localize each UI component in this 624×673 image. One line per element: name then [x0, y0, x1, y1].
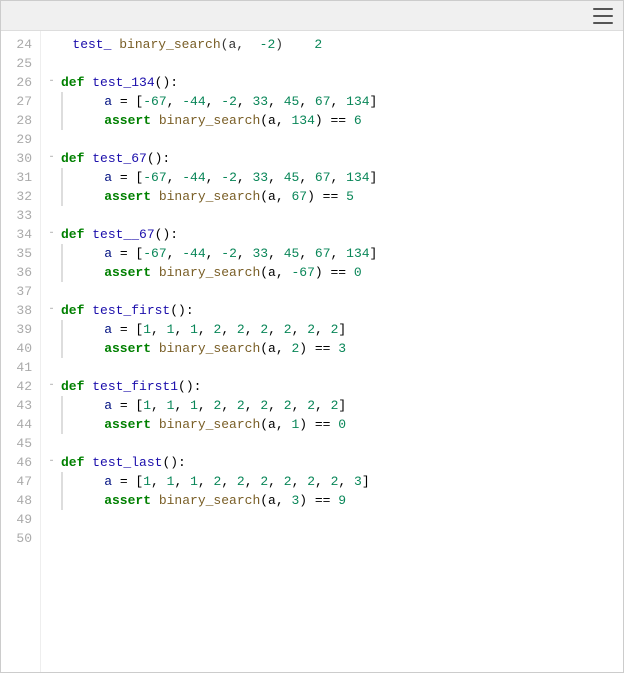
fn-name: test_first — [92, 301, 170, 320]
line-number: 36 — [1, 263, 40, 282]
code-line: ⁃def test_last(): — [49, 453, 623, 472]
var-a: a — [73, 168, 112, 187]
line-number: 38 — [1, 301, 40, 320]
code-line: assert binary_search(a, 1) == 0 — [49, 415, 623, 434]
line-number: 49 — [1, 510, 40, 529]
line-number: 50 — [1, 529, 40, 548]
line-number: 33 — [1, 206, 40, 225]
code-line: ⁃def test_first1(): — [49, 377, 623, 396]
line-number: 26 — [1, 73, 40, 92]
code-line: assert binary_search(a, -67) == 0 — [49, 263, 623, 282]
line-number: 30 — [1, 149, 40, 168]
fn-name: test_last — [92, 453, 162, 472]
var-a: a — [73, 244, 112, 263]
code-line — [49, 434, 623, 453]
title-bar — [1, 1, 623, 31]
line-number: 28 — [1, 111, 40, 130]
code-area[interactable]: test_ binary_search(a, -2) 2 ⁃def test_1… — [41, 31, 623, 672]
kw-def: def — [61, 73, 92, 92]
var-a: a — [73, 472, 112, 491]
code-line — [49, 510, 623, 529]
menu-icon[interactable] — [593, 8, 613, 24]
fn-name: test_134 — [92, 73, 154, 92]
fn-name: test_first1 — [92, 377, 178, 396]
fn-name: test__67 — [92, 225, 154, 244]
code-line — [49, 206, 623, 225]
var-a: a — [73, 396, 112, 415]
code-line: assert binary_search(a, 2) == 3 — [49, 339, 623, 358]
code-line: ⁃def test_first(): — [49, 301, 623, 320]
line-number: 43 — [1, 396, 40, 415]
code-line: a = [1, 1, 1, 2, 2, 2, 2, 2, 2] — [49, 320, 623, 339]
fn-call: binary_search — [159, 263, 260, 282]
line-number: 34 — [1, 225, 40, 244]
line-number: 31 — [1, 168, 40, 187]
fold-icon[interactable]: ⁃ — [49, 377, 61, 396]
fn-call: binary_search — [159, 111, 260, 130]
fold-icon[interactable]: ⁃ — [49, 73, 61, 92]
line-number: 40 — [1, 339, 40, 358]
code-line — [49, 529, 623, 548]
line-numbers: 2425262728293031323334353637383940414243… — [1, 31, 41, 672]
line-number: 41 — [1, 358, 40, 377]
kw-def: def — [61, 149, 92, 168]
editor-body: 2425262728293031323334353637383940414243… — [1, 31, 623, 672]
line-number: 39 — [1, 320, 40, 339]
line-number: 47 — [1, 472, 40, 491]
fn-call: binary_search — [159, 187, 260, 206]
code-line: ⁃def test__67(): — [49, 225, 623, 244]
fold-icon[interactable]: ⁃ — [49, 225, 61, 244]
line-number: 42 — [1, 377, 40, 396]
fn-name: test_67 — [92, 149, 147, 168]
kw-assert: assert — [73, 491, 159, 510]
code-line: a = [1, 1, 1, 2, 2, 2, 2, 2, 2] — [49, 396, 623, 415]
fold-icon[interactable]: ⁃ — [49, 453, 61, 472]
code-line: ⁃def test_67(): — [49, 149, 623, 168]
partial-code: test_ binary_search(a, -2) 2 — [49, 35, 322, 54]
fold-icon[interactable]: ⁃ — [49, 149, 61, 168]
code-line: test_ binary_search(a, -2) 2 — [49, 35, 623, 54]
code-line — [49, 54, 623, 73]
kw-def: def — [61, 453, 92, 472]
code-line: ⁃def test_134(): — [49, 73, 623, 92]
editor-window: 2425262728293031323334353637383940414243… — [0, 0, 624, 673]
line-number: 46 — [1, 453, 40, 472]
line-number: 45 — [1, 434, 40, 453]
line-number: 25 — [1, 54, 40, 73]
line-number: 24 — [1, 35, 40, 54]
line-number: 29 — [1, 130, 40, 149]
line-number: 37 — [1, 282, 40, 301]
kw-def: def — [61, 377, 92, 396]
kw-assert: assert — [73, 415, 159, 434]
code-line: a = [1, 1, 1, 2, 2, 2, 2, 2, 2, 3] — [49, 472, 623, 491]
kw-assert: assert — [73, 339, 159, 358]
line-number: 27 — [1, 92, 40, 111]
fn-call: binary_search — [159, 415, 260, 434]
code-line: a = [-67, -44, -2, 33, 45, 67, 134] — [49, 92, 623, 111]
kw-def: def — [61, 225, 92, 244]
fold-icon[interactable]: ⁃ — [49, 301, 61, 320]
code-line: a = [-67, -44, -2, 33, 45, 67, 134] — [49, 168, 623, 187]
line-number: 48 — [1, 491, 40, 510]
kw-assert: assert — [73, 187, 159, 206]
fn-call: binary_search — [159, 339, 260, 358]
kw-def: def — [61, 301, 92, 320]
code-line: assert binary_search(a, 3) == 9 — [49, 491, 623, 510]
code-line: assert binary_search(a, 134) == 6 — [49, 111, 623, 130]
line-number: 44 — [1, 415, 40, 434]
var-a: a — [73, 92, 112, 111]
code-line — [49, 282, 623, 301]
kw-assert: assert — [73, 263, 159, 282]
line-number: 32 — [1, 187, 40, 206]
var-a: a — [73, 320, 112, 339]
code-line — [49, 130, 623, 149]
code-line: a = [-67, -44, -2, 33, 45, 67, 134] — [49, 244, 623, 263]
kw-assert: assert — [73, 111, 159, 130]
code-line: assert binary_search(a, 67) == 5 — [49, 187, 623, 206]
line-number: 35 — [1, 244, 40, 263]
code-line — [49, 358, 623, 377]
fn-call: binary_search — [159, 491, 260, 510]
